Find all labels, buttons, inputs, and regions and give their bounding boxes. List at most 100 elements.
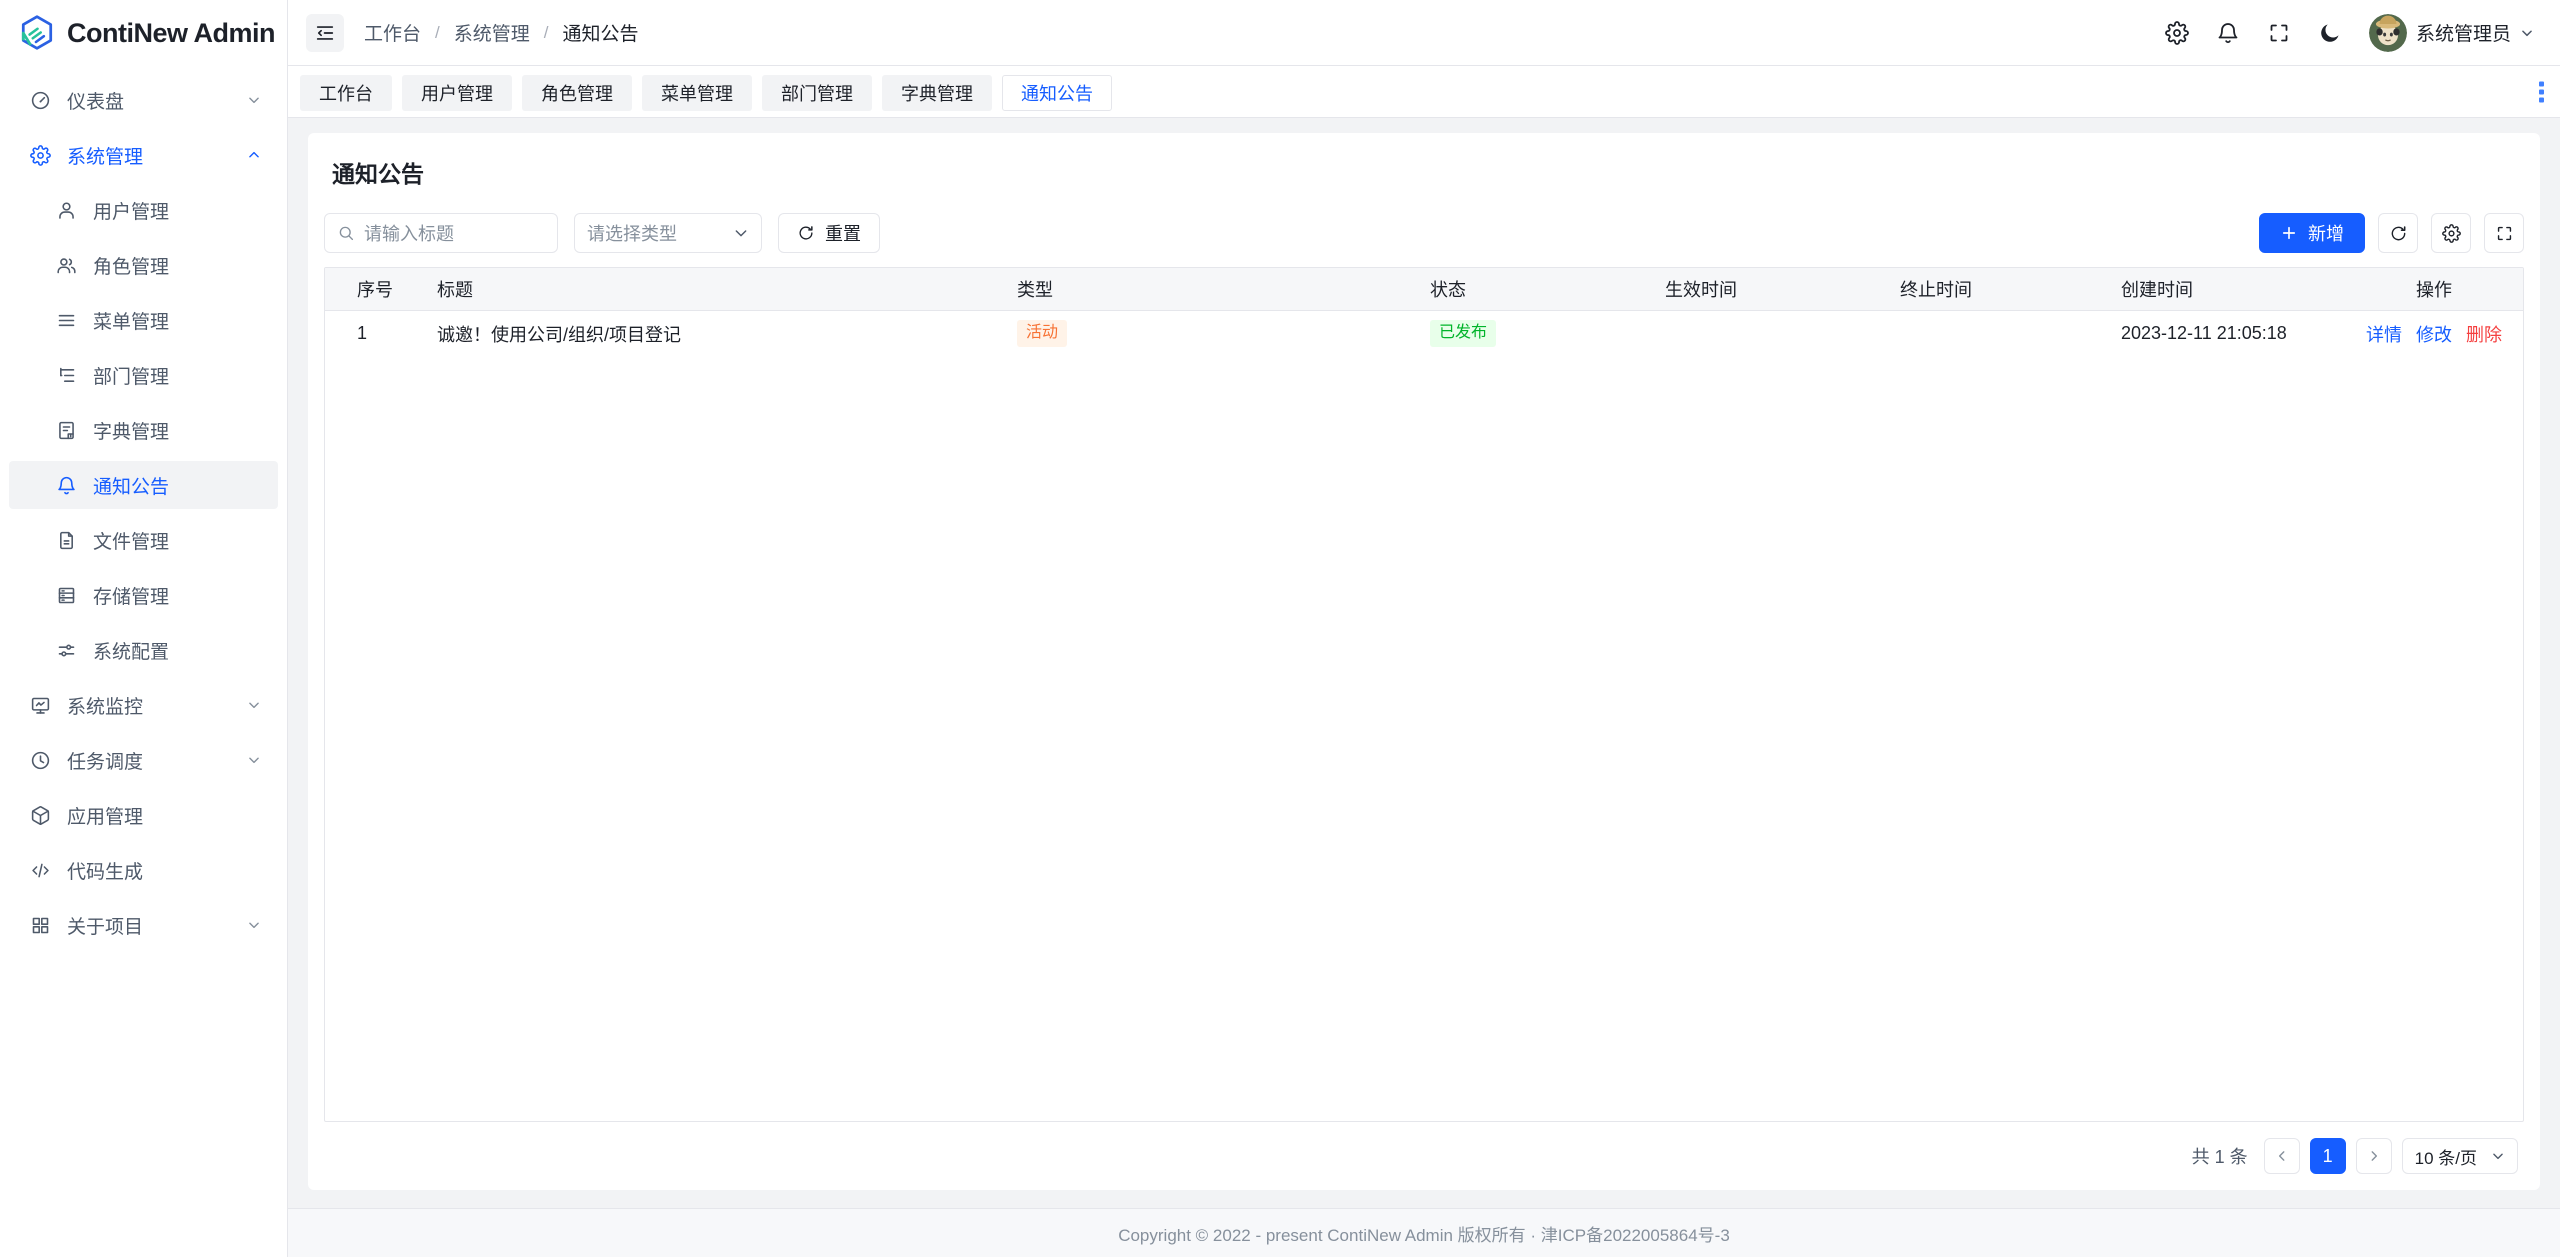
tab-role-mgmt[interactable]: 角色管理 [522, 75, 632, 111]
delete-link[interactable]: 删除 [2466, 321, 2502, 347]
sidebar-item-menu-mgmt[interactable]: 菜单管理 [9, 296, 278, 344]
tab-label: 角色管理 [541, 80, 613, 106]
topbar-right: 系统管理员 [2165, 14, 2534, 52]
reset-label: 重置 [825, 220, 861, 246]
menu-collapse-icon [314, 22, 336, 44]
tab-workbench[interactable]: 工作台 [300, 75, 392, 111]
sidebar-item-code-gen[interactable]: 代码生成 [9, 846, 278, 894]
sidebar-item-system-config[interactable]: 系统配置 [9, 626, 278, 674]
clock-icon [30, 750, 51, 771]
sidebar-item-about-project[interactable]: 关于项目 [9, 901, 278, 949]
cell-index: 1 [325, 310, 421, 357]
sidebar-item-dashboard[interactable]: 仪表盘 [9, 76, 278, 124]
tab-more-button[interactable] [2539, 81, 2544, 102]
refresh-icon [2389, 224, 2408, 243]
sidebar-item-label: 系统配置 [93, 637, 169, 664]
settings-icon[interactable] [2165, 21, 2189, 45]
user-icon [56, 200, 77, 221]
column-header-created-time: 创建时间 [2105, 268, 2345, 310]
sidebar-menu: 仪表盘 系统管理 用户管理 角色管理 菜单管理 [0, 66, 287, 956]
pagination-page-1[interactable]: 1 [2310, 1138, 2346, 1174]
tab-dict-mgmt[interactable]: 字典管理 [882, 75, 992, 111]
cell-effective-time [1649, 310, 1884, 357]
dashboard-icon [30, 90, 51, 111]
add-label: 新增 [2308, 220, 2344, 246]
tab-notice[interactable]: 通知公告 [1002, 75, 1112, 111]
cell-created-time: 2023-12-11 21:05:18 [2105, 310, 2345, 357]
column-header-type: 类型 [1001, 268, 1414, 310]
table-header-row: 序号 标题 类型 状态 生效时间 终止时间 创建时间 操作 [325, 268, 2523, 310]
page-title: 通知公告 [332, 155, 2524, 189]
content: 通知公告 请输入标题 请选择类型 重置 [288, 118, 2560, 1208]
avatar[interactable] [2369, 14, 2407, 52]
bell-icon[interactable] [2216, 21, 2240, 45]
edit-link[interactable]: 修改 [2416, 321, 2452, 347]
chevron-down-icon [247, 918, 261, 932]
pagination-prev-button[interactable] [2264, 1138, 2300, 1174]
search-input[interactable]: 请输入标题 [324, 213, 558, 253]
topbar-left: 工作台 / 系统管理 / 通知公告 [306, 14, 639, 52]
tab-dept-mgmt[interactable]: 部门管理 [762, 75, 872, 111]
chevron-up-icon [247, 148, 261, 162]
chevron-down-icon [733, 225, 749, 241]
sidebar-collapse-button[interactable] [306, 14, 344, 52]
sidebar-item-storage-mgmt[interactable]: 存储管理 [9, 571, 278, 619]
table-toolbar: 新增 [2259, 213, 2524, 253]
user-menu[interactable]: 系统管理员 [2369, 14, 2534, 52]
reset-button[interactable]: 重置 [778, 213, 880, 253]
column-header-title: 标题 [421, 268, 1001, 310]
sidebar-item-label: 通知公告 [93, 472, 169, 499]
sidebar-item-role-mgmt[interactable]: 角色管理 [9, 241, 278, 289]
add-button[interactable]: 新增 [2259, 213, 2365, 253]
filter-toolbar: 请输入标题 请选择类型 重置 [324, 213, 2524, 253]
detail-link[interactable]: 详情 [2366, 321, 2402, 347]
sidebar-item-file-mgmt[interactable]: 文件管理 [9, 516, 278, 564]
avatar-image [2369, 14, 2407, 52]
settings-icon [2442, 224, 2461, 243]
sidebar-item-dict-mgmt[interactable]: 字典管理 [9, 406, 278, 454]
sidebar-item-dept-mgmt[interactable]: 部门管理 [9, 351, 278, 399]
sidebar-item-label: 系统管理 [67, 142, 143, 169]
tab-label: 通知公告 [1021, 80, 1093, 106]
breadcrumb-separator: / [544, 23, 549, 43]
tab-menu-mgmt[interactable]: 菜单管理 [642, 75, 752, 111]
logo-hexagon-icon [18, 14, 56, 52]
refresh-button[interactable] [2378, 213, 2418, 253]
sidebar-item-system-monitor[interactable]: 系统监控 [9, 681, 278, 729]
moon-icon[interactable] [2318, 21, 2342, 45]
breadcrumb-item-workbench[interactable]: 工作台 [364, 19, 421, 46]
column-header-effective-time: 生效时间 [1649, 268, 1884, 310]
sidebar-item-user-mgmt[interactable]: 用户管理 [9, 186, 278, 234]
users-icon [56, 255, 77, 276]
sidebar-item-task-schedule[interactable]: 任务调度 [9, 736, 278, 784]
file-icon [56, 530, 77, 551]
refresh-icon [797, 224, 815, 242]
type-select-placeholder: 请选择类型 [587, 220, 677, 246]
type-select[interactable]: 请选择类型 [574, 213, 762, 253]
column-header-end-time: 终止时间 [1884, 268, 2105, 310]
tab-label: 工作台 [319, 80, 373, 106]
table-fullscreen-button[interactable] [2484, 213, 2524, 253]
column-header-status: 状态 [1414, 268, 1649, 310]
sidebar-item-label: 角色管理 [93, 252, 169, 279]
app-logo[interactable]: ContiNew Admin [0, 0, 287, 66]
pagination-next-button[interactable] [2356, 1138, 2392, 1174]
page-size-value: 10 条/页 [2415, 1144, 2477, 1169]
tab-user-mgmt[interactable]: 用户管理 [402, 75, 512, 111]
bell-icon [56, 475, 77, 496]
sidebar-item-system-mgmt[interactable]: 系统管理 [9, 131, 278, 179]
page-size-select[interactable]: 10 条/页 [2402, 1138, 2518, 1174]
tree-list-icon [56, 365, 77, 386]
chevron-down-icon [247, 93, 261, 107]
fullscreen-icon[interactable] [2267, 21, 2291, 45]
dictionary-icon [56, 420, 77, 441]
notice-table: 序号 标题 类型 状态 生效时间 终止时间 创建时间 操作 [324, 267, 2524, 1122]
fullscreen-icon [2495, 224, 2514, 243]
sidebar-item-notice[interactable]: 通知公告 [9, 461, 278, 509]
status-badge: 已发布 [1430, 320, 1496, 347]
column-settings-button[interactable] [2431, 213, 2471, 253]
sidebar-item-app-mgmt[interactable]: 应用管理 [9, 791, 278, 839]
tab-label: 用户管理 [421, 80, 493, 106]
breadcrumb-item-system-mgmt[interactable]: 系统管理 [454, 19, 530, 46]
chevron-left-icon [2275, 1149, 2289, 1163]
